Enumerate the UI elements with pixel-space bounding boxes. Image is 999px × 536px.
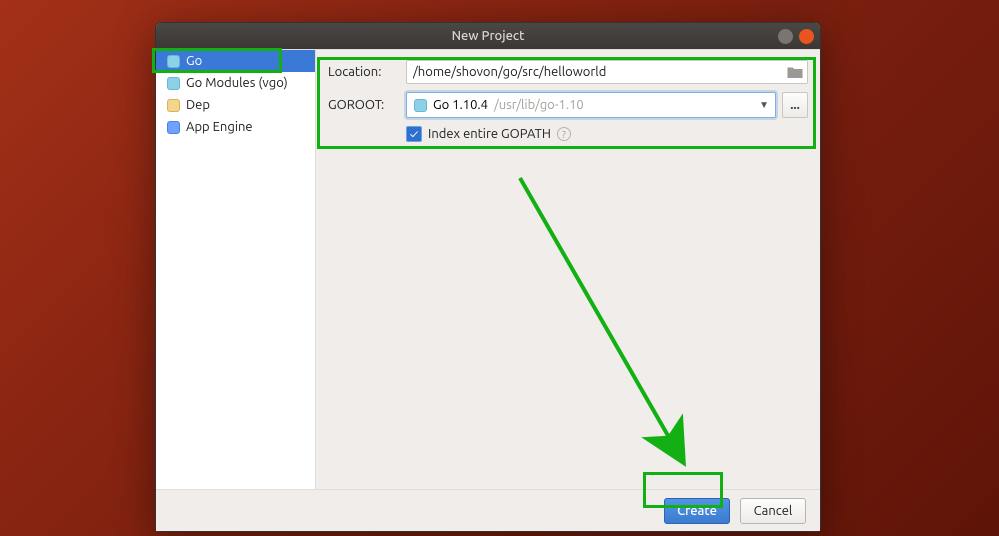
gopher-icon xyxy=(413,98,427,112)
app-engine-icon xyxy=(166,120,180,134)
location-row: Location: xyxy=(328,60,808,84)
close-button[interactable] xyxy=(799,29,814,44)
location-label: Location: xyxy=(328,65,406,79)
create-button[interactable]: Create xyxy=(664,498,730,524)
goroot-version: Go 1.10.4 xyxy=(433,98,488,112)
sidebar-item-label: Go Modules (vgo) xyxy=(186,76,288,90)
help-icon[interactable]: ? xyxy=(557,127,571,141)
gopher-icon xyxy=(166,76,180,90)
cancel-button-label: Cancel xyxy=(754,504,793,518)
cancel-button[interactable]: Cancel xyxy=(740,498,806,524)
browse-folder-icon[interactable] xyxy=(786,64,804,80)
location-input[interactable] xyxy=(406,60,808,84)
project-type-sidebar: Go Go Modules (vgo) Dep App Engine xyxy=(156,50,316,489)
dep-icon xyxy=(166,98,180,112)
index-gopath-label: Index entire GOPATH xyxy=(428,127,551,141)
index-gopath-row: ✓ Index entire GOPATH ? xyxy=(406,126,808,142)
sidebar-item-label: Go xyxy=(186,54,202,68)
sidebar-item-go[interactable]: Go xyxy=(156,50,315,72)
gopher-icon xyxy=(166,54,180,68)
create-button-label: Create xyxy=(677,504,717,518)
goroot-path: /usr/lib/go-1.10 xyxy=(494,98,584,112)
goroot-more-label: ... xyxy=(790,98,800,112)
sidebar-item-label: App Engine xyxy=(186,120,253,134)
titlebar: New Project xyxy=(156,23,820,49)
goroot-select[interactable]: Go 1.10.4 /usr/lib/go-1.10 ▼ xyxy=(406,92,776,118)
minimize-button[interactable] xyxy=(778,29,793,44)
window-controls xyxy=(778,29,814,44)
form-panel: Location: GOROOT: Go 1.10.4 /usr/lib/go-… xyxy=(316,50,820,489)
dialog-body: Go Go Modules (vgo) Dep App Engine Locat… xyxy=(156,49,820,489)
dialog-title: New Project xyxy=(452,29,525,43)
goroot-more-button[interactable]: ... xyxy=(782,92,808,118)
index-gopath-checkbox[interactable]: ✓ xyxy=(406,126,422,142)
dialog-footer: Create Cancel xyxy=(156,489,820,531)
chevron-down-icon: ▼ xyxy=(759,99,769,111)
new-project-dialog: New Project Go Go Modules (vgo) Dep App … xyxy=(155,22,821,532)
sidebar-item-dep[interactable]: Dep xyxy=(156,94,315,116)
sidebar-item-app-engine[interactable]: App Engine xyxy=(156,116,315,138)
sidebar-item-go-modules[interactable]: Go Modules (vgo) xyxy=(156,72,315,94)
goroot-row: GOROOT: Go 1.10.4 /usr/lib/go-1.10 ▼ ... xyxy=(328,92,808,118)
goroot-label: GOROOT: xyxy=(328,98,406,112)
sidebar-item-label: Dep xyxy=(186,98,210,112)
